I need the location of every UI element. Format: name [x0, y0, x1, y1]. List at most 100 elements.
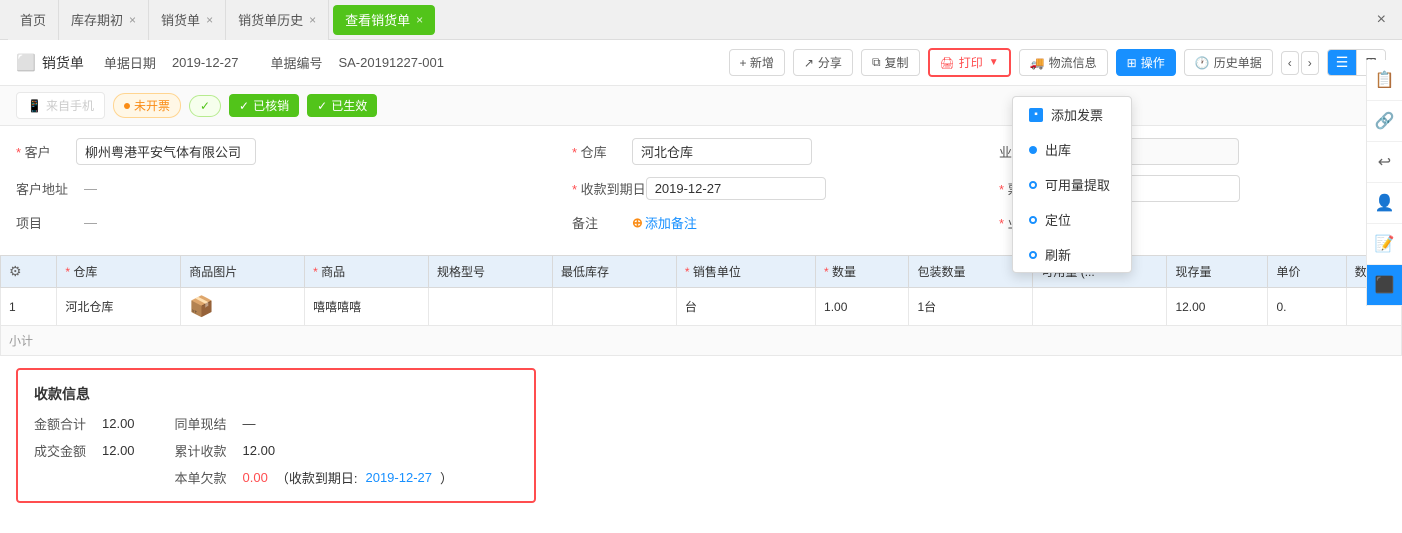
due-item: 本单欠款 0.00 （收款到期日: 2019-12-27 ） [175, 468, 453, 487]
sidebar-icon-doc[interactable]: 📋 [1367, 60, 1402, 101]
add-invoice-label: 添加发票 [1051, 105, 1103, 124]
sidebar-icon-note[interactable]: 📝 [1367, 224, 1402, 265]
deal-label: 成交金额 [34, 441, 94, 460]
amount-item: 金额合计 12.00 [34, 414, 135, 433]
dropdown-available-qty[interactable]: 可用量提取 [1013, 167, 1131, 202]
subtotal-row: 小计 [1, 326, 1402, 356]
col-spec: 规格型号 [429, 256, 553, 288]
row-stock: 12.00 [1167, 288, 1268, 326]
table-row: 1 河北仓库 📦 嘻嘻嘻嘻 台 1.00 1台 12.00 0. [1, 288, 1402, 326]
row-price[interactable]: 0. [1268, 288, 1346, 326]
next-arrow[interactable]: › [1301, 51, 1319, 75]
not-opened-dot [124, 103, 130, 109]
sidebar-icon-user[interactable]: 👤 [1367, 183, 1402, 224]
row-qty[interactable]: 1.00 [816, 288, 909, 326]
same-single-label: 同单现结 [175, 414, 235, 433]
gear-icon[interactable]: ⚙ [9, 263, 22, 279]
sidebar-icon-expand[interactable]: ⬛ [1367, 265, 1402, 306]
same-single-value: — [243, 416, 256, 431]
list-view-btn[interactable]: ☰ [1328, 50, 1358, 75]
due-date-value[interactable]: 2019-12-27 [646, 177, 826, 200]
operations-label: 操作 [1141, 54, 1165, 71]
window-close-button[interactable]: × [1369, 11, 1394, 29]
dropdown-locate[interactable]: 定位 [1013, 202, 1131, 237]
customer-field: 客户 柳州粤港平安气体有限公司 [16, 138, 532, 165]
cancelled-label: 已核销 [253, 97, 289, 114]
form-section: 客户 柳州粤港平安气体有限公司 仓库 河北仓库 业务员 演示账号 客户地址 — … [0, 126, 1402, 255]
tab-view-sales-close[interactable]: × [416, 13, 423, 27]
sidebar-icon-link[interactable]: 🔗 [1367, 101, 1402, 142]
effective-badge[interactable]: ✓ 已生效 [307, 94, 377, 117]
payment-col-left: 金额合计 12.00 成交金额 12.00 [34, 414, 135, 487]
tab-home[interactable]: 首页 [8, 0, 59, 40]
tab-bar: 首页 库存期初 × 销货单 × 销货单历史 × 查看销货单 × × [0, 0, 1402, 40]
confirmed-badge[interactable]: ✓ [189, 95, 221, 117]
tab-sales[interactable]: 销货单 × [149, 0, 226, 40]
tab-view-sales[interactable]: 查看销货单 × [333, 5, 435, 35]
total-collected-label: 累计收款 [175, 441, 235, 460]
project-label: 项目 [16, 213, 76, 232]
page-wrapper: 首页 库存期初 × 销货单 × 销货单历史 × 查看销货单 × × ⬜ 销货单 … [0, 0, 1402, 533]
print-dropdown-arrow: ▼ [989, 57, 999, 68]
history-button[interactable]: 🕐 历史单据 [1184, 49, 1273, 76]
col-warehouse: 仓库 [57, 256, 181, 288]
dropdown-outbound[interactable]: 出库 [1013, 132, 1131, 167]
add-note-text: 添加备注 [645, 213, 697, 232]
operations-button[interactable]: ⊞ 操作 [1116, 49, 1176, 76]
tab-sales-label: 销货单 [161, 10, 200, 29]
right-sidebar: 📋 🔗 ↩ 👤 📝 ⬛ [1366, 60, 1402, 306]
dropdown-refresh[interactable]: 刷新 [1013, 237, 1131, 272]
available-qty-circle [1029, 181, 1037, 189]
sidebar-icon-undo[interactable]: ↩ [1367, 142, 1402, 183]
share-icon: ↗ [804, 56, 814, 70]
share-button[interactable]: ↗ 分享 [793, 49, 853, 76]
project-value: — [76, 212, 105, 233]
amount-label: 金额合计 [34, 414, 94, 433]
tab-inventory-close[interactable]: × [129, 13, 136, 27]
tab-sales-close[interactable]: × [206, 13, 213, 27]
cancelled-badge[interactable]: ✓ 已核销 [229, 94, 299, 117]
address-label: 客户地址 [16, 179, 76, 198]
warehouse-value[interactable]: 河北仓库 [632, 138, 812, 165]
refresh-circle [1029, 251, 1037, 259]
dropdown-add-invoice[interactable]: ▪ 添加发票 [1013, 97, 1131, 132]
row-pkg-qty[interactable]: 1台 [909, 288, 1033, 326]
invoice-icon: ▪ [1029, 108, 1043, 122]
row-warehouse[interactable]: 河北仓库 [57, 288, 181, 326]
not-opened-badge[interactable]: 未开票 [113, 93, 181, 118]
add-note-btn[interactable]: ⊕ 添加备注 [632, 213, 697, 232]
tab-inventory[interactable]: 库存期初 × [59, 0, 149, 40]
doc-meta: 单据日期 2019-12-27 单据编号 SA-20191227-001 [104, 53, 444, 72]
doc-title-text: 销货单 [42, 53, 84, 73]
customer-value[interactable]: 柳州粤港平安气体有限公司 [76, 138, 256, 165]
new-button[interactable]: + 新增 [729, 49, 785, 76]
due-label: 本单欠款 [175, 468, 235, 487]
logistics-button[interactable]: 🚚 物流信息 [1019, 49, 1108, 76]
doc-actions: + 新增 ↗ 分享 ⧉ 复制 🖨 打印 ▼ 🚚 物流信息 ⊞ 操作 [729, 48, 1386, 77]
col-unit: 销售单位 [676, 256, 815, 288]
copy-icon: ⧉ [872, 55, 881, 70]
doc-no-label: 单据编号 [270, 53, 322, 72]
col-min-stock: 最低库存 [552, 256, 676, 288]
tab-inventory-label: 库存期初 [71, 10, 123, 29]
row-no: 1 [1, 288, 57, 326]
tab-sales-history-close[interactable]: × [309, 13, 316, 27]
add-note-plus: ⊕ [632, 215, 643, 231]
amount-value: 12.00 [102, 416, 135, 431]
toolbar-row: 📱 来自手机 未开票 ✓ ✓ 已核销 ✓ 已生效 [0, 86, 1402, 126]
row-product[interactable]: 嘻嘻嘻嘻 [305, 288, 429, 326]
doc-date-label: 单据日期 [104, 53, 156, 72]
available-qty-label: 可用量提取 [1045, 175, 1110, 194]
logistics-label: 物流信息 [1049, 54, 1097, 71]
note-label: 备注 [572, 213, 632, 232]
row-min-stock [552, 288, 676, 326]
tab-sales-history[interactable]: 销货单历史 × [226, 0, 329, 40]
from-phone-btn[interactable]: 📱 来自手机 [16, 92, 105, 119]
copy-button[interactable]: ⧉ 复制 [861, 49, 920, 76]
address-field: 客户地址 — [16, 178, 532, 199]
prev-arrow[interactable]: ‹ [1281, 51, 1299, 75]
row-unit[interactable]: 台 [676, 288, 815, 326]
payment-section: 收款信息 金额合计 12.00 成交金额 12.00 同单现结 — 累计收款 [16, 368, 536, 503]
print-button[interactable]: 🖨 打印 ▼ [928, 48, 1011, 77]
operations-icon: ⊞ [1127, 56, 1137, 70]
